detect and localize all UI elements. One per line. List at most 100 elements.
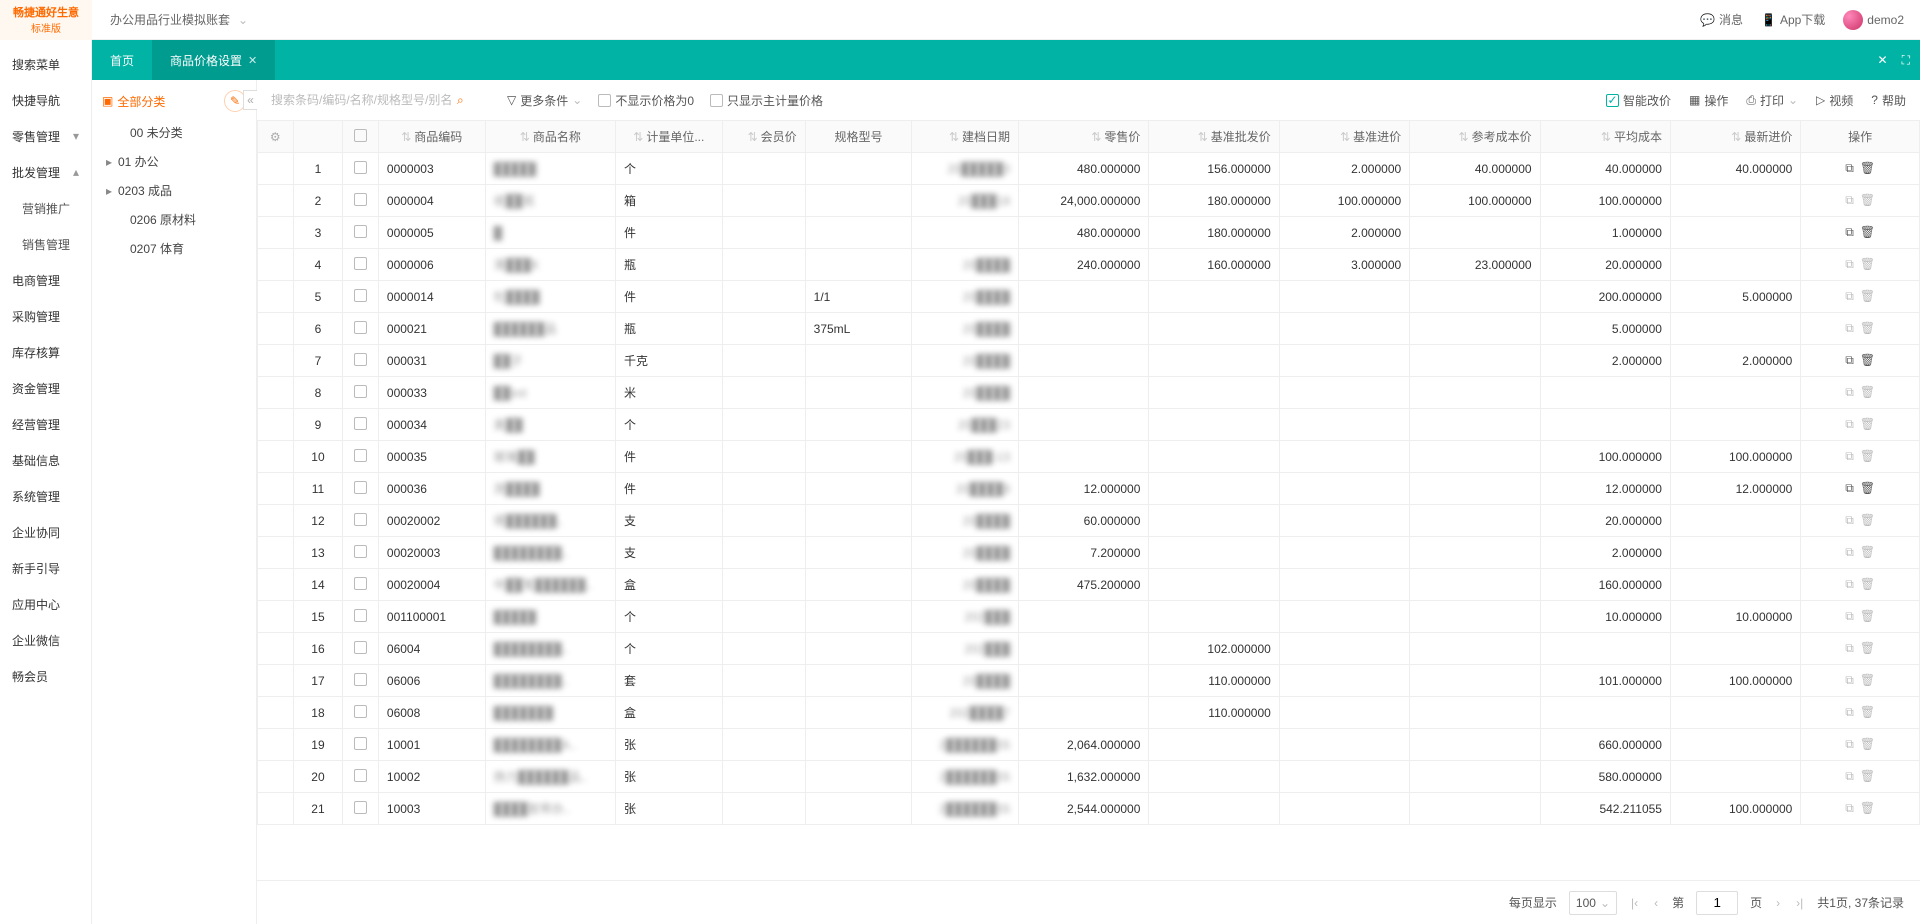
row-checkbox[interactable] (354, 193, 367, 206)
delete-icon[interactable]: 🗑 (1860, 161, 1875, 176)
row-checkbox[interactable] (354, 225, 367, 238)
sidebar-item[interactable]: 系统管理 (0, 478, 91, 514)
smart-price-toggle[interactable]: ✓智能改价 (1606, 92, 1671, 109)
search-icon[interactable]: ⌕ (457, 93, 464, 108)
sidebar-item[interactable]: 采购管理 (0, 298, 91, 334)
sidebar-item[interactable]: 零售管理▾ (0, 118, 91, 154)
category-item[interactable]: ▸0203 成品 (92, 176, 256, 205)
table-row[interactable]: 8000033██est米20████⧉🗑 (258, 377, 1920, 409)
copy-icon[interactable]: ⧉ (1845, 481, 1854, 496)
copy-icon[interactable]: ⧉ (1845, 545, 1854, 560)
sidebar-item[interactable]: 电商管理 (0, 262, 91, 298)
print-button[interactable]: ⎙打印⌄ (1746, 92, 1798, 109)
delete-icon[interactable]: 🗑 (1860, 385, 1875, 400)
copy-icon[interactable]: ⧉ (1845, 225, 1854, 240)
user-menu[interactable]: demo2 (1843, 10, 1904, 30)
copy-icon[interactable]: ⧉ (1845, 769, 1854, 784)
pager-next[interactable]: › (1774, 896, 1782, 910)
sidebar-item[interactable]: 基础信息 (0, 442, 91, 478)
delete-icon[interactable]: 🗑 (1860, 353, 1875, 368)
copy-icon[interactable]: ⧉ (1845, 513, 1854, 528)
table-row[interactable]: 1706006████████..套20████110.000000101.00… (258, 665, 1920, 697)
category-item[interactable]: 00 未分类 (92, 118, 256, 147)
tab-home[interactable]: 首页 (92, 40, 152, 80)
sidebar-item[interactable]: 库存核算 (0, 334, 91, 370)
row-checkbox[interactable] (354, 801, 367, 814)
col-header[interactable]: ⇅基准批发价 (1149, 121, 1279, 153)
row-checkbox[interactable] (354, 321, 367, 334)
copy-icon[interactable]: ⧉ (1845, 705, 1854, 720)
sidebar-item[interactable]: 新手引导 (0, 550, 91, 586)
row-checkbox[interactable] (354, 257, 367, 270)
row-checkbox[interactable] (354, 289, 367, 302)
row-checkbox[interactable] (354, 353, 367, 366)
delete-icon[interactable]: 🗑 (1860, 449, 1875, 464)
col-header[interactable]: ⇅零售价 (1019, 121, 1149, 153)
row-checkbox[interactable] (354, 769, 367, 782)
table-row[interactable]: 6000021██████品瓶375mL20████5.000000⧉🗑 (258, 313, 1920, 345)
delete-icon[interactable]: 🗑 (1860, 737, 1875, 752)
help-button[interactable]: ?帮助 (1871, 92, 1906, 109)
table-row[interactable]: 20000004收██纸箱20███1824,000.000000180.000… (258, 185, 1920, 217)
sidebar-item[interactable]: 快捷导航 (0, 82, 91, 118)
col-header[interactable]: ⚙ (258, 121, 294, 153)
table-row[interactable]: 10000003█████个20█████0480.000000156.0000… (258, 153, 1920, 185)
copy-icon[interactable]: ⧉ (1845, 257, 1854, 272)
col-header[interactable] (343, 121, 379, 153)
copy-icon[interactable]: ⧉ (1845, 641, 1854, 656)
delete-icon[interactable]: 🗑 (1860, 641, 1875, 656)
copy-icon[interactable]: ⧉ (1845, 609, 1854, 624)
delete-icon[interactable]: 🗑 (1860, 417, 1875, 432)
col-header[interactable]: 规格型号 (805, 121, 912, 153)
col-header[interactable]: ⇅基准进价 (1279, 121, 1409, 153)
row-checkbox[interactable] (354, 385, 367, 398)
col-header[interactable]: ⇅参考成本价 (1410, 121, 1540, 153)
pager-prev[interactable]: ‹ (1652, 896, 1660, 910)
fullscreen-icon[interactable]: ⛶ (1902, 53, 1910, 68)
col-header[interactable]: ⇅平均成本 (1540, 121, 1670, 153)
copy-icon[interactable]: ⧉ (1845, 353, 1854, 368)
delete-icon[interactable]: 🗑 (1860, 481, 1875, 496)
delete-icon[interactable]: 🗑 (1860, 801, 1875, 816)
table-row[interactable]: 1300020003████████..支20████7.2000002.000… (258, 537, 1920, 569)
app-download-button[interactable]: 📱App下载 (1761, 11, 1825, 28)
delete-icon[interactable]: 🗑 (1860, 609, 1875, 624)
row-checkbox[interactable] (354, 545, 367, 558)
sidebar-item[interactable]: 企业协同 (0, 514, 91, 550)
messages-button[interactable]: 💬消息 (1700, 11, 1743, 28)
sidebar-item[interactable]: 畅会员 (0, 658, 91, 694)
copy-icon[interactable]: ⧉ (1845, 673, 1854, 688)
sidebar-item[interactable]: 批发管理▴ (0, 154, 91, 190)
col-header[interactable]: ⇅商品名称 (485, 121, 615, 153)
row-checkbox[interactable] (354, 449, 367, 462)
close-icon[interactable]: ✕ (248, 54, 257, 67)
copy-icon[interactable]: ⧉ (1845, 577, 1854, 592)
table-row[interactable]: 9000034奥██个20███23⧉🗑 (258, 409, 1920, 441)
delete-icon[interactable]: 🗑 (1860, 705, 1875, 720)
pager-page-input[interactable] (1696, 891, 1738, 915)
only-unit-checkbox[interactable]: 只显示主计量价格 (710, 92, 823, 109)
table-row[interactable]: 2110003████胶带办..张2██████052,544.00000054… (258, 793, 1920, 825)
copy-icon[interactable]: ⧉ (1845, 321, 1854, 336)
operations-button[interactable]: ▦操作 (1689, 92, 1728, 109)
row-checkbox[interactable] (354, 737, 367, 750)
workspace-selector[interactable]: 办公用品行业模拟账套 ⌄ (92, 11, 266, 28)
row-checkbox[interactable] (354, 161, 367, 174)
delete-icon[interactable]: 🗑 (1860, 321, 1875, 336)
table-row[interactable]: 7000031██子千克20████2.0000002.000000⧉🗑 (258, 345, 1920, 377)
table-row[interactable]: 1606004████████..个202███102.000000⧉🗑 (258, 633, 1920, 665)
sidebar-item[interactable]: 搜索菜单 (0, 46, 91, 82)
sidebar-item[interactable]: 应用中心 (0, 586, 91, 622)
pager-last[interactable]: ›| (1794, 896, 1805, 910)
tab-price-settings[interactable]: 商品价格设置 ✕ (152, 40, 275, 80)
table-row[interactable]: 11000036测████件20████812.00000012.0000001… (258, 473, 1920, 505)
copy-icon[interactable]: ⧉ (1845, 161, 1854, 176)
col-header[interactable]: ⇅建档日期 (912, 121, 1019, 153)
col-header[interactable]: 操作 (1801, 121, 1920, 153)
col-header[interactable]: ⇅计量单位... (615, 121, 722, 153)
category-item[interactable]: 0206 原材料 (92, 205, 256, 234)
table-row[interactable]: 40000006滑███K瓶20████240.000000160.000000… (258, 249, 1920, 281)
collapse-panel-button[interactable]: « (243, 90, 257, 110)
delete-icon[interactable]: 🗑 (1860, 673, 1875, 688)
video-button[interactable]: ▷视频 (1816, 92, 1853, 109)
